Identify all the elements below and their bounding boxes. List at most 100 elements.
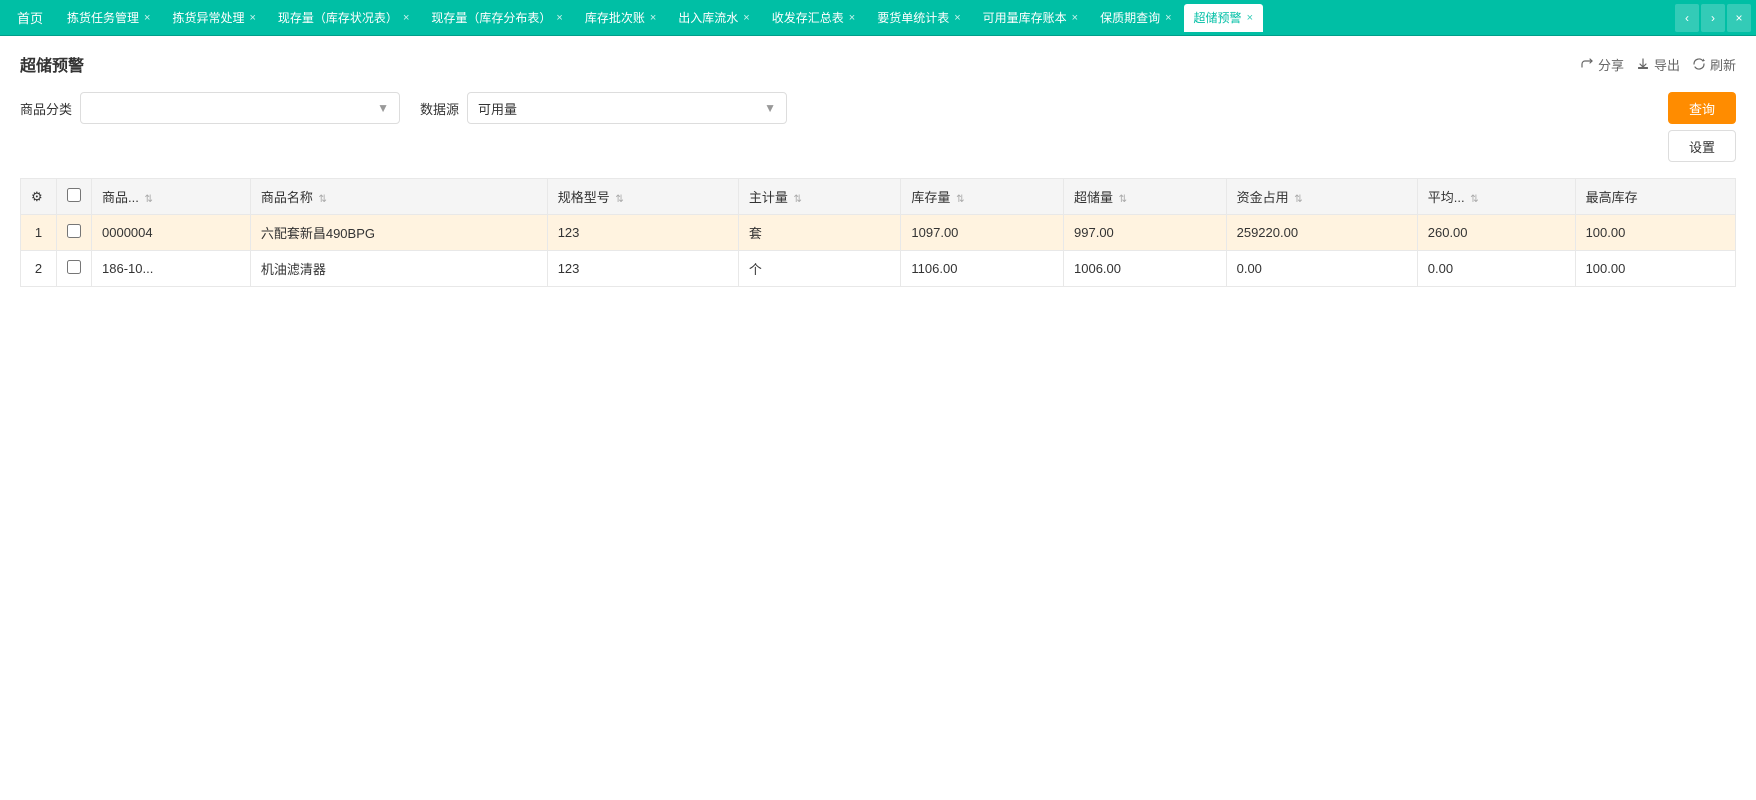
nav-tab-label-2: 现存量（库存状况表） bbox=[278, 9, 398, 26]
refresh-label: 刷新 bbox=[1710, 55, 1736, 74]
row-stock-1: 1106.00 bbox=[901, 251, 1064, 287]
nav-tab-close-5[interactable]: × bbox=[743, 12, 749, 24]
nav-tab-4[interactable]: 库存批次账 × bbox=[575, 4, 666, 32]
export-label: 导出 bbox=[1654, 55, 1680, 74]
table-col-capital[interactable]: 资金占用 ⇅ bbox=[1226, 179, 1417, 215]
datasource-select[interactable]: 可用量 ▼ bbox=[467, 92, 787, 124]
top-nav: 首页 拣货任务管理 × 拣货异常处理 × 现存量（库存状况表） × 现存量（库存… bbox=[0, 0, 1756, 36]
nav-tab-close-0[interactable]: × bbox=[144, 12, 150, 24]
refresh-link[interactable]: 刷新 bbox=[1692, 55, 1736, 74]
nav-arrows: ‹ › × bbox=[1674, 4, 1752, 32]
nav-tab-close-2[interactable]: × bbox=[403, 12, 409, 24]
row-overstock-1: 1006.00 bbox=[1064, 251, 1227, 287]
table-body: 1 0000004 六配套新昌490BPG 123 套 1097.00 997.… bbox=[21, 215, 1736, 287]
nav-prev-button[interactable]: ‹ bbox=[1675, 4, 1699, 32]
table-col-stock[interactable]: 库存量 ⇅ bbox=[901, 179, 1064, 215]
settings-button[interactable]: 设置 bbox=[1668, 130, 1736, 162]
query-button[interactable]: 查询 bbox=[1668, 92, 1736, 124]
table-col-settings[interactable]: ⚙ bbox=[21, 179, 57, 215]
row-select-1[interactable] bbox=[67, 260, 81, 274]
home-label: 首页 bbox=[17, 8, 43, 27]
sort-icon-spec: ⇅ bbox=[615, 194, 623, 205]
main-content: 超储预警 分享 导出 bbox=[0, 36, 1756, 800]
nav-tab-5[interactable]: 出入库流水 × bbox=[668, 4, 759, 32]
nav-tab-label-4: 库存批次账 bbox=[585, 9, 645, 26]
row-product-code-1: 186-10... bbox=[92, 251, 251, 287]
row-max-stock-1: 100.00 bbox=[1575, 251, 1735, 287]
row-unit-1: 个 bbox=[738, 251, 901, 287]
header-actions: 分享 导出 刷新 bbox=[1580, 55, 1736, 74]
page-title: 超储预警 bbox=[20, 52, 84, 76]
nav-tab-7[interactable]: 要货单统计表 × bbox=[867, 4, 970, 32]
row-max-stock-0: 100.00 bbox=[1575, 215, 1735, 251]
nav-tab-label-1: 拣货异常处理 bbox=[172, 9, 244, 26]
nav-tab-3[interactable]: 现存量（库存分布表） × bbox=[421, 4, 572, 32]
nav-tab-9[interactable]: 保质期查询 × bbox=[1090, 4, 1181, 32]
sort-icon-overstock: ⇅ bbox=[1119, 194, 1127, 205]
nav-tab-label-6: 收发存汇总表 bbox=[772, 9, 844, 26]
row-product-name-1: 机油滤清器 bbox=[250, 251, 547, 287]
row-overstock-0: 997.00 bbox=[1064, 215, 1227, 251]
nav-tab-2[interactable]: 现存量（库存状况表） × bbox=[268, 4, 419, 32]
row-select-0[interactable] bbox=[67, 224, 81, 238]
row-checkbox-0[interactable] bbox=[57, 215, 92, 251]
row-product-name-0: 六配套新昌490BPG bbox=[250, 215, 547, 251]
row-unit-0: 套 bbox=[738, 215, 901, 251]
nav-tab-label-9: 保质期查询 bbox=[1100, 9, 1160, 26]
row-checkbox-1[interactable] bbox=[57, 251, 92, 287]
page-header: 超储预警 分享 导出 bbox=[20, 52, 1736, 76]
nav-tab-close-1[interactable]: × bbox=[249, 12, 255, 24]
table-col-spec[interactable]: 规格型号 ⇅ bbox=[547, 179, 738, 215]
category-select[interactable]: ▼ bbox=[80, 92, 400, 124]
nav-tab-0[interactable]: 拣货任务管理 × bbox=[57, 4, 160, 32]
share-link[interactable]: 分享 bbox=[1580, 55, 1624, 74]
nav-tab-6[interactable]: 收发存汇总表 × bbox=[762, 4, 865, 32]
nav-tab-close-9[interactable]: × bbox=[1165, 12, 1171, 24]
nav-tab-label-10: 超储预警 bbox=[1194, 9, 1242, 26]
row-product-code-0: 0000004 bbox=[92, 215, 251, 251]
nav-tab-label-7: 要货单统计表 bbox=[877, 9, 949, 26]
table-header-row: ⚙ 商品... ⇅ 商品名称 ⇅ 规格型号 ⇅ 主计量 bbox=[21, 179, 1736, 215]
share-label: 分享 bbox=[1598, 55, 1624, 74]
row-num-1: 2 bbox=[21, 251, 57, 287]
nav-tab-close-7[interactable]: × bbox=[954, 12, 960, 24]
datasource-label: 数据源 bbox=[420, 99, 459, 118]
nav-next-button[interactable]: › bbox=[1701, 4, 1725, 32]
nav-tab-home[interactable]: 首页 bbox=[5, 4, 55, 32]
table-row: 2 186-10... 机油滤清器 123 个 1106.00 1006.00 … bbox=[21, 251, 1736, 287]
nav-tab-1[interactable]: 拣货异常处理 × bbox=[162, 4, 265, 32]
share-icon bbox=[1580, 57, 1594, 71]
nav-close-button[interactable]: × bbox=[1727, 4, 1751, 32]
nav-tab-label-0: 拣货任务管理 bbox=[67, 9, 139, 26]
sort-icon-name: ⇅ bbox=[318, 194, 326, 205]
nav-tab-label-5: 出入库流水 bbox=[678, 9, 738, 26]
row-avg-0: 260.00 bbox=[1417, 215, 1575, 251]
nav-tab-close-3[interactable]: × bbox=[556, 12, 562, 24]
sort-icon-capital: ⇅ bbox=[1294, 194, 1302, 205]
nav-tab-close-8[interactable]: × bbox=[1072, 12, 1078, 24]
category-label: 商品分类 bbox=[20, 99, 72, 118]
nav-tab-label-3: 现存量（库存分布表） bbox=[431, 9, 551, 26]
sort-icon-avg: ⇅ bbox=[1470, 194, 1478, 205]
refresh-icon bbox=[1692, 57, 1706, 71]
table-col-product-name[interactable]: 商品名称 ⇅ bbox=[250, 179, 547, 215]
table-col-unit[interactable]: 主计量 ⇅ bbox=[738, 179, 901, 215]
select-all-checkbox[interactable] bbox=[67, 188, 81, 202]
table-col-avg[interactable]: 平均... ⇅ bbox=[1417, 179, 1575, 215]
nav-tab-close-6[interactable]: × bbox=[849, 12, 855, 24]
table-col-max-stock[interactable]: 最高库存 bbox=[1575, 179, 1735, 215]
row-spec-0: 123 bbox=[547, 215, 738, 251]
nav-tab-close-4[interactable]: × bbox=[650, 12, 656, 24]
table-col-overstock[interactable]: 超储量 ⇅ bbox=[1064, 179, 1227, 215]
nav-tab-10[interactable]: 超储预警 × bbox=[1184, 4, 1263, 32]
sort-icon-code: ⇅ bbox=[144, 194, 152, 205]
nav-tab-8[interactable]: 可用量库存账本 × bbox=[973, 4, 1088, 32]
table-row: 1 0000004 六配套新昌490BPG 123 套 1097.00 997.… bbox=[21, 215, 1736, 251]
row-capital-0: 259220.00 bbox=[1226, 215, 1417, 251]
table-col-product-code[interactable]: 商品... ⇅ bbox=[92, 179, 251, 215]
table-col-checkbox bbox=[57, 179, 92, 215]
export-link[interactable]: 导出 bbox=[1636, 55, 1680, 74]
data-table: ⚙ 商品... ⇅ 商品名称 ⇅ 规格型号 ⇅ 主计量 bbox=[20, 178, 1736, 287]
nav-tab-close-10[interactable]: × bbox=[1247, 12, 1253, 24]
export-icon bbox=[1636, 57, 1650, 71]
